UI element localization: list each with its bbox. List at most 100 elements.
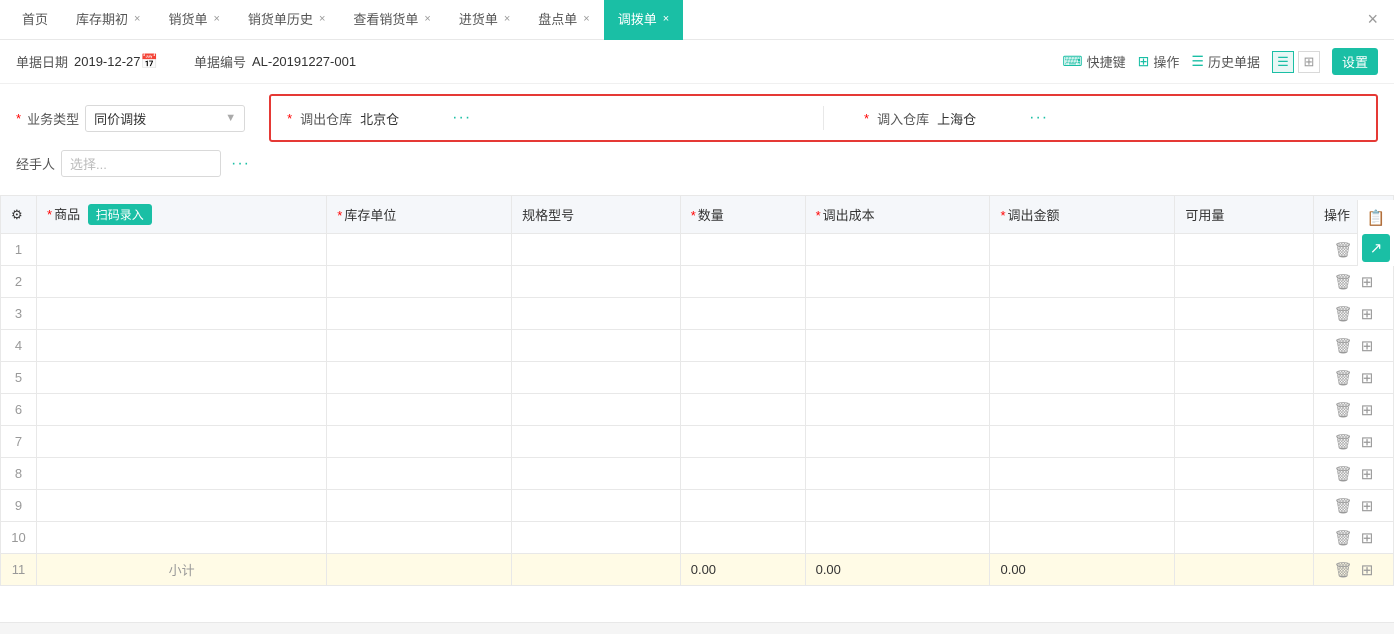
grid-view-btn[interactable]: ⊞	[1298, 51, 1320, 73]
cell-cost-10[interactable]	[805, 522, 990, 554]
cell-amount-7[interactable]	[990, 426, 1175, 458]
cell-unit-9[interactable]	[327, 490, 512, 522]
cell-cost-8[interactable]	[805, 458, 990, 490]
tab-close-inventory-init[interactable]: ×	[134, 13, 140, 25]
cell-unit-3[interactable]	[327, 298, 512, 330]
copy-icon-3[interactable]: ⊞	[1361, 305, 1374, 323]
cell-unit-5[interactable]	[327, 362, 512, 394]
cell-qty-1[interactable]	[680, 234, 805, 266]
right-panel-doc-icon[interactable]: 📋	[1362, 204, 1390, 232]
handler-select[interactable]: 选择...	[61, 150, 221, 177]
cell-qty-6[interactable]	[680, 394, 805, 426]
tab-close-stocktake[interactable]: ×	[583, 13, 589, 25]
cell-amount-2[interactable]	[990, 266, 1175, 298]
cell-amount-3[interactable]	[990, 298, 1175, 330]
tab-view-sales[interactable]: 查看销货单 ×	[339, 0, 444, 40]
copy-icon-8[interactable]: ⊞	[1361, 465, 1374, 483]
cell-unit-8[interactable]	[327, 458, 512, 490]
tab-close-sales-order[interactable]: ×	[213, 13, 219, 25]
delete-icon-2[interactable]: 🗑	[1334, 273, 1353, 291]
cell-unit-2[interactable]	[327, 266, 512, 298]
copy-icon-10[interactable]: ⊞	[1361, 529, 1374, 547]
delete-icon[interactable]: 🗑	[1334, 561, 1353, 579]
cell-qty-4[interactable]	[680, 330, 805, 362]
cell-amount-4[interactable]	[990, 330, 1175, 362]
cell-cost-2[interactable]	[805, 266, 990, 298]
cell-unit-1[interactable]	[327, 234, 512, 266]
cell-amount-6[interactable]	[990, 394, 1175, 426]
tab-transfer[interactable]: 调拨单 ×	[604, 0, 683, 40]
cell-product-2[interactable]	[37, 266, 327, 298]
cell-available-9[interactable]	[1175, 490, 1314, 522]
cell-qty-8[interactable]	[680, 458, 805, 490]
cell-available-6[interactable]	[1175, 394, 1314, 426]
cell-qty-5[interactable]	[680, 362, 805, 394]
tab-home[interactable]: 首页	[8, 0, 62, 40]
copy-icon-2[interactable]: ⊞	[1361, 273, 1374, 291]
cell-cost-1[interactable]	[805, 234, 990, 266]
cell-product-7[interactable]	[37, 426, 327, 458]
cell-available-1[interactable]	[1175, 234, 1314, 266]
copy-icon-7[interactable]: ⊞	[1361, 433, 1374, 451]
cell-spec-1[interactable]	[512, 234, 681, 266]
cell-available-10[interactable]	[1175, 522, 1314, 554]
history-docs-action[interactable]: ☰ 历史单据	[1191, 52, 1260, 71]
warehouse-in-dots[interactable]: ···	[1029, 109, 1048, 127]
cell-spec-3[interactable]	[512, 298, 681, 330]
handler-dots[interactable]: ···	[231, 155, 250, 173]
tab-inventory-init[interactable]: 库存期初 ×	[62, 0, 154, 40]
cell-qty-2[interactable]	[680, 266, 805, 298]
delete-icon-9[interactable]: 🗑	[1334, 497, 1353, 515]
cell-spec-6[interactable]	[512, 394, 681, 426]
copy-icon-9[interactable]: ⊞	[1361, 497, 1374, 515]
cell-product-6[interactable]	[37, 394, 327, 426]
tab-close-sales-history[interactable]: ×	[319, 13, 325, 25]
quick-keys-action[interactable]: ⌨ 快捷键	[1062, 52, 1125, 71]
delete-icon-4[interactable]: 🗑	[1334, 337, 1353, 355]
cell-cost-4[interactable]	[805, 330, 990, 362]
delete-icon-1[interactable]: 🗑	[1334, 241, 1353, 259]
cell-spec-10[interactable]	[512, 522, 681, 554]
delete-icon-7[interactable]: 🗑	[1334, 433, 1353, 451]
cell-spec-7[interactable]	[512, 426, 681, 458]
cell-product-10[interactable]	[37, 522, 327, 554]
cell-cost-9[interactable]	[805, 490, 990, 522]
warehouse-out-dots[interactable]: ···	[452, 109, 471, 127]
cell-product-1[interactable]	[37, 234, 327, 266]
cell-product-4[interactable]	[37, 330, 327, 362]
tab-purchase[interactable]: 进货单 ×	[445, 0, 524, 40]
delete-icon-6[interactable]: 🗑	[1334, 401, 1353, 419]
delete-icon-5[interactable]: 🗑	[1334, 369, 1353, 387]
scan-button[interactable]: 扫码录入	[88, 204, 152, 225]
cell-available-3[interactable]	[1175, 298, 1314, 330]
close-window-button[interactable]: ×	[1359, 9, 1386, 30]
cell-amount-5[interactable]	[990, 362, 1175, 394]
business-type-select[interactable]: 同价调拨 ▼	[85, 105, 245, 132]
cell-cost-5[interactable]	[805, 362, 990, 394]
bottom-scroll[interactable]	[0, 622, 1394, 634]
cell-unit-7[interactable]	[327, 426, 512, 458]
cell-unit-6[interactable]	[327, 394, 512, 426]
settings-button[interactable]: 设置	[1332, 48, 1378, 75]
tab-close-transfer[interactable]: ×	[663, 13, 669, 25]
copy-icon-6[interactable]: ⊞	[1361, 401, 1374, 419]
cell-amount-8[interactable]	[990, 458, 1175, 490]
calendar-icon[interactable]: 📅	[141, 53, 158, 70]
copy-icon-5[interactable]: ⊞	[1361, 369, 1374, 387]
delete-icon-10[interactable]: 🗑	[1334, 529, 1353, 547]
cell-product-8[interactable]	[37, 458, 327, 490]
cell-product-5[interactable]	[37, 362, 327, 394]
tab-stocktake[interactable]: 盘点单 ×	[524, 0, 603, 40]
cell-spec-9[interactable]	[512, 490, 681, 522]
cell-available-7[interactable]	[1175, 426, 1314, 458]
list-view-btn[interactable]: ☰	[1272, 51, 1294, 73]
th-gear[interactable]: ⚙	[1, 196, 37, 234]
operations-action[interactable]: ⊞ 操作	[1138, 52, 1180, 71]
cell-available-8[interactable]	[1175, 458, 1314, 490]
cell-available-2[interactable]	[1175, 266, 1314, 298]
cell-qty-10[interactable]	[680, 522, 805, 554]
cell-cost-7[interactable]	[805, 426, 990, 458]
cell-available-4[interactable]	[1175, 330, 1314, 362]
cell-cost-6[interactable]	[805, 394, 990, 426]
cell-spec-5[interactable]	[512, 362, 681, 394]
